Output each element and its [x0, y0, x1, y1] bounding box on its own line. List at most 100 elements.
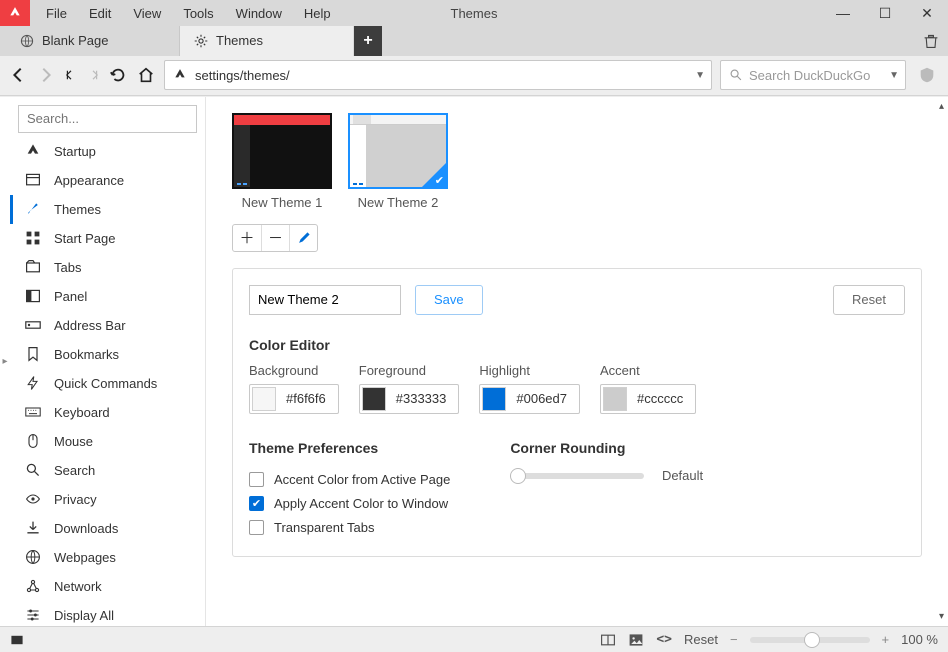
- scroll-down-indicator[interactable]: ▾: [939, 611, 944, 622]
- remove-theme-button[interactable]: －: [261, 225, 289, 251]
- save-button[interactable]: Save: [415, 285, 483, 315]
- zoom-reset-button[interactable]: Reset: [684, 632, 718, 647]
- zoom-slider[interactable]: [750, 637, 870, 643]
- reset-button[interactable]: Reset: [833, 285, 905, 315]
- checkbox-icon: [249, 520, 264, 535]
- theme-label: New Theme 2: [358, 195, 439, 210]
- sidebar-item-quick-commands[interactable]: Quick Commands: [10, 369, 205, 398]
- menu-help[interactable]: Help: [294, 2, 341, 25]
- image-icon[interactable]: [628, 632, 644, 648]
- sidebar-item-panel[interactable]: Panel: [10, 282, 205, 311]
- sidebar-item-label: Display All: [54, 608, 114, 623]
- foreground-label: Foreground: [359, 363, 460, 378]
- rewind-button[interactable]: [64, 65, 78, 85]
- sidebar-item-downloads[interactable]: Downloads: [10, 514, 205, 543]
- sidebar-item-themes[interactable]: Themes: [10, 195, 205, 224]
- page-actions-icon[interactable]: <>: [656, 632, 672, 647]
- sidebar-item-label: Quick Commands: [54, 376, 157, 391]
- accent-hex: #cccccc: [627, 391, 693, 406]
- sidebar-item-appearance[interactable]: Appearance: [10, 166, 205, 195]
- url-text: settings/themes/: [195, 68, 290, 83]
- sidebar-item-label: Privacy: [54, 492, 97, 507]
- menu-window[interactable]: Window: [226, 2, 292, 25]
- minimize-button[interactable]: ―: [822, 0, 864, 26]
- sidebar-item-label: Network: [54, 579, 102, 594]
- back-button[interactable]: [8, 65, 28, 85]
- tab-themes[interactable]: Themes: [180, 26, 354, 56]
- sidebar-item-label: Keyboard: [54, 405, 110, 420]
- url-field[interactable]: settings/themes/ ▼: [164, 60, 712, 90]
- accent-label: Accent: [600, 363, 696, 378]
- sidebar-item-webpages[interactable]: Webpages: [10, 543, 205, 572]
- theme-thumbnail-2[interactable]: ✔: [348, 113, 448, 189]
- pref-accent-from-page[interactable]: Accent Color from Active Page: [249, 468, 450, 492]
- edit-theme-button[interactable]: [289, 225, 317, 251]
- background-label: Background: [249, 363, 339, 378]
- sidebar-item-label: Mouse: [54, 434, 93, 449]
- maximize-button[interactable]: ☐: [864, 0, 906, 26]
- closed-tabs-button[interactable]: [914, 26, 948, 56]
- theme-name-input[interactable]: [249, 285, 401, 315]
- menu-edit[interactable]: Edit: [79, 2, 121, 25]
- reload-button[interactable]: [108, 65, 128, 85]
- gear-icon: [194, 34, 208, 48]
- mouse-icon: [25, 433, 41, 449]
- settings-content: ▴ ▾ New Theme 1 ✔ New Theme 2 ＋ －: [206, 97, 948, 627]
- sidebar-item-search[interactable]: Search: [10, 456, 205, 485]
- new-tab-button[interactable]: +: [354, 26, 382, 56]
- theme-thumbnail-1[interactable]: [232, 113, 332, 189]
- sidebar-item-address-bar[interactable]: Address Bar: [10, 311, 205, 340]
- forward-button[interactable]: [36, 65, 56, 85]
- sidebar-item-label: Webpages: [54, 550, 116, 565]
- sidebar-item-mouse[interactable]: Mouse: [10, 427, 205, 456]
- sidebar-item-display-all[interactable]: Display All: [10, 601, 205, 627]
- scroll-up-indicator[interactable]: ▴: [939, 101, 944, 112]
- checkbox-icon: ✔: [249, 496, 264, 511]
- sidebar-item-label: Startup: [54, 144, 96, 159]
- sidebar-item-label: Themes: [54, 202, 101, 217]
- home-button[interactable]: [136, 65, 156, 85]
- fast-forward-button[interactable]: [86, 65, 100, 85]
- settings-sidebar: Startup Appearance Themes Start Page Tab…: [10, 97, 206, 627]
- menu-file[interactable]: File: [36, 2, 77, 25]
- checkbox-label: Apply Accent Color to Window: [274, 496, 448, 511]
- vivaldi-icon: [173, 68, 187, 82]
- content-blocker-button[interactable]: [914, 66, 940, 84]
- settings-search-input[interactable]: [18, 105, 197, 133]
- tab-blank-page[interactable]: Blank Page: [6, 26, 180, 56]
- close-button[interactable]: ✕: [906, 0, 948, 26]
- menu-view[interactable]: View: [123, 2, 171, 25]
- sidebar-item-privacy[interactable]: Privacy: [10, 485, 205, 514]
- chevron-down-icon[interactable]: ▼: [889, 70, 899, 81]
- corner-rounding-heading: Corner Rounding: [510, 440, 703, 456]
- search-field[interactable]: Search DuckDuckGo ▼: [720, 60, 906, 90]
- check-icon: ✔: [435, 174, 444, 187]
- bolt-icon: [25, 375, 41, 391]
- add-theme-button[interactable]: ＋: [233, 225, 261, 251]
- sidebar-item-label: Appearance: [54, 173, 124, 188]
- sidebar-item-start-page[interactable]: Start Page: [10, 224, 205, 253]
- grid-icon: [25, 230, 41, 246]
- vivaldi-logo[interactable]: [0, 0, 30, 26]
- tabs-icon: [25, 259, 41, 275]
- pref-accent-to-window[interactable]: ✔ Apply Accent Color to Window: [249, 492, 450, 516]
- accent-swatch[interactable]: #cccccc: [600, 384, 696, 414]
- panel-toggle-icon[interactable]: [10, 633, 24, 647]
- theme-label: New Theme 1: [242, 195, 323, 210]
- sidebar-item-startup[interactable]: Startup: [10, 137, 205, 166]
- sidebar-item-bookmarks[interactable]: Bookmarks: [10, 340, 205, 369]
- highlight-hex: #006ed7: [506, 391, 577, 406]
- chevron-down-icon[interactable]: ▼: [695, 70, 705, 81]
- sidebar-item-tabs[interactable]: Tabs: [10, 253, 205, 282]
- background-hex: #f6f6f6: [276, 391, 336, 406]
- highlight-swatch[interactable]: #006ed7: [479, 384, 580, 414]
- sidebar-item-network[interactable]: Network: [10, 572, 205, 601]
- pref-transparent-tabs[interactable]: Transparent Tabs: [249, 516, 450, 540]
- foreground-swatch[interactable]: #333333: [359, 384, 460, 414]
- menu-tools[interactable]: Tools: [173, 2, 223, 25]
- panel-toggle[interactable]: ▸: [0, 97, 10, 627]
- tiling-icon[interactable]: [600, 632, 616, 648]
- corner-rounding-slider[interactable]: [510, 473, 644, 479]
- sidebar-item-keyboard[interactable]: Keyboard: [10, 398, 205, 427]
- background-swatch[interactable]: #f6f6f6: [249, 384, 339, 414]
